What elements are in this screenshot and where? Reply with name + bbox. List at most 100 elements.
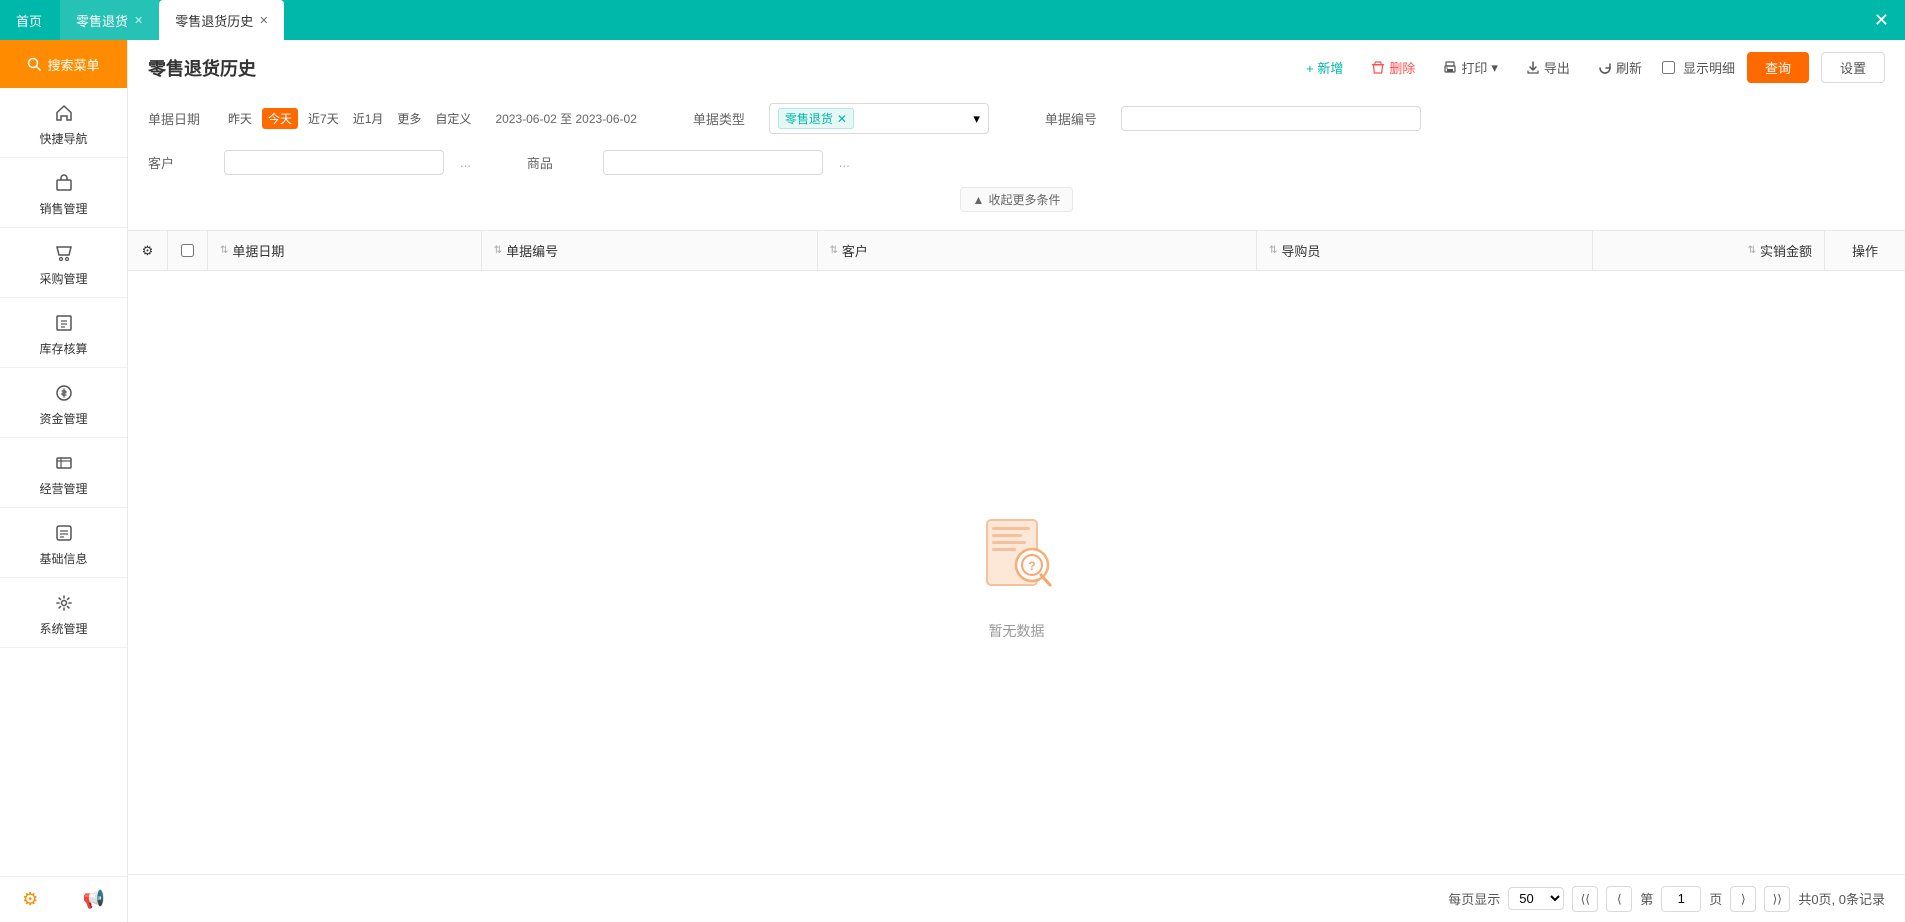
tab-retail-return[interactable]: 零售退货 ✕: [60, 0, 159, 40]
show-detail-checkbox[interactable]: [1662, 61, 1675, 74]
refresh-icon: [1598, 61, 1612, 75]
finance-icon: [53, 382, 75, 404]
page-label: 第: [1640, 889, 1653, 908]
sidebar-item-purchase-mgmt[interactable]: 采购管理: [0, 228, 127, 298]
new-button[interactable]: + 新增: [1298, 54, 1351, 81]
tab-retail-return-history-label: 零售退货历史: [175, 11, 253, 30]
page-number-input[interactable]: [1661, 886, 1701, 912]
collapse-icon: ▲: [973, 193, 985, 207]
refresh-button[interactable]: 刷新: [1590, 54, 1650, 81]
search-icon: [27, 57, 41, 71]
shortcut-more[interactable]: 更多: [393, 109, 425, 128]
last-page-button[interactable]: ⟩⟩: [1764, 886, 1790, 912]
refresh-button-label: 刷新: [1616, 58, 1642, 77]
doc-type-tag-remove[interactable]: ✕: [837, 112, 847, 126]
sort-guide-icon: ⇅: [1269, 245, 1277, 256]
sales-icon: [53, 172, 75, 194]
goods-input[interactable]: [603, 150, 823, 175]
purchase-icon: [53, 242, 75, 264]
tab-retail-return-close[interactable]: ✕: [134, 14, 143, 27]
th-no[interactable]: ⇅ 单据编号: [482, 231, 818, 270]
sidebar-item-inventory[interactable]: 库存核算: [0, 298, 127, 368]
th-op-label: 操作: [1852, 241, 1878, 260]
sidebar-search-label: 搜索菜单: [47, 55, 99, 74]
th-customer[interactable]: ⇅ 客户: [818, 231, 1257, 270]
sidebar-item-sales-mgmt-label: 销售管理: [39, 200, 87, 217]
show-detail-text: 显示明细: [1683, 58, 1735, 77]
tab-retail-return-history[interactable]: 零售退货历史 ✕: [159, 0, 284, 40]
doc-type-chevron-icon: ▾: [973, 111, 980, 127]
table-container: ⚙ ⇅ 单据日期 ⇅ 单据编号 ⇅ 客户 ⇅: [128, 231, 1905, 874]
prev-page-button[interactable]: ⟨: [1606, 886, 1632, 912]
th-amount-label: 实销金额: [1760, 241, 1812, 260]
th-date-label: 单据日期: [232, 241, 284, 260]
export-button[interactable]: 导出: [1518, 54, 1578, 81]
select-all-checkbox[interactable]: [181, 244, 194, 257]
shortcut-7days[interactable]: 近7天: [304, 109, 343, 128]
toolbar: + 新增 删除: [1298, 52, 1885, 83]
th-no-label: 单据编号: [506, 241, 558, 260]
sidebar-search[interactable]: 搜索菜单: [0, 40, 127, 88]
sidebar-bottom: ⚙ 📢: [0, 876, 127, 922]
collapse-bar: ▲ 收起更多条件: [148, 183, 1885, 220]
speaker-icon[interactable]: 📢: [82, 889, 104, 910]
shortcut-yesterday[interactable]: 昨天: [224, 109, 256, 128]
next-page-button[interactable]: ⟩: [1730, 886, 1756, 912]
settings-icon[interactable]: ⚙: [22, 889, 38, 910]
svg-text:?: ?: [1028, 559, 1035, 573]
doc-type-tag-text: 零售退货: [785, 110, 833, 127]
goods-ellipsis: ...: [839, 155, 850, 170]
th-date[interactable]: ⇅ 单据日期: [208, 231, 482, 270]
settings-filter-button[interactable]: 设置: [1821, 52, 1885, 83]
th-customer-label: 客户: [842, 241, 868, 260]
sidebar-item-inventory-label: 库存核算: [39, 340, 87, 357]
delete-button[interactable]: 删除: [1363, 54, 1423, 81]
sidebar-item-quick-nav[interactable]: 快捷导航: [0, 88, 127, 158]
trash-icon: [1371, 61, 1385, 75]
first-page-button[interactable]: ⟨⟨: [1572, 886, 1598, 912]
goods-label: 商品: [527, 153, 587, 172]
empty-illustration: ?: [967, 505, 1067, 605]
sidebar-item-finance-mgmt[interactable]: 资金管理: [0, 368, 127, 438]
shortcut-today[interactable]: 今天: [262, 108, 298, 129]
doc-no-input[interactable]: [1121, 106, 1421, 131]
doc-type-label: 单据类型: [693, 109, 753, 128]
tab-home[interactable]: 首页: [0, 0, 58, 40]
th-checkbox[interactable]: [168, 231, 208, 270]
sidebar-item-ops-mgmt[interactable]: 经营管理: [0, 438, 127, 508]
page-title: 零售退货历史: [148, 55, 256, 81]
sidebar-item-base-info[interactable]: 基础信息: [0, 508, 127, 578]
query-button[interactable]: 查询: [1747, 52, 1809, 83]
sidebar-item-system-mgmt[interactable]: 系统管理: [0, 578, 127, 648]
collapse-button[interactable]: ▲ 收起更多条件: [960, 187, 1074, 212]
doc-no-label: 单据编号: [1045, 109, 1105, 128]
shortcut-custom[interactable]: 自定义: [431, 109, 475, 128]
sidebar-item-base-info-label: 基础信息: [39, 550, 87, 567]
th-guide[interactable]: ⇅ 导购员: [1257, 231, 1593, 270]
doc-type-select[interactable]: 零售退货 ✕ ▾: [769, 103, 989, 134]
page-header: 零售退货历史 + 新增 删除: [128, 40, 1905, 231]
sidebar-item-quick-nav-label: 快捷导航: [39, 130, 87, 147]
sidebar-item-ops-mgmt-label: 经营管理: [39, 480, 87, 497]
inventory-icon: [53, 312, 75, 334]
date-shortcuts: 昨天 今天 近7天 近1月 更多 自定义: [224, 108, 475, 129]
table-header: ⚙ ⇅ 单据日期 ⇅ 单据编号 ⇅ 客户 ⇅: [128, 231, 1905, 271]
sidebar-item-system-mgmt-label: 系统管理: [39, 620, 87, 637]
shortcut-1month[interactable]: 近1月: [349, 109, 388, 128]
sidebar-item-sales-mgmt[interactable]: 销售管理: [0, 158, 127, 228]
tab-retail-return-history-close[interactable]: ✕: [259, 14, 268, 27]
page-unit: 页: [1709, 889, 1722, 908]
page-size-select[interactable]: 10 20 50 100: [1508, 887, 1564, 910]
export-button-label: 导出: [1544, 58, 1570, 77]
ops-icon: [53, 452, 75, 474]
customer-input[interactable]: [224, 150, 444, 175]
sort-customer-icon: ⇅: [830, 245, 838, 256]
th-gear[interactable]: ⚙: [128, 231, 168, 270]
print-button[interactable]: 打印 ▾: [1435, 54, 1506, 81]
close-window-button[interactable]: ✕: [1874, 11, 1889, 29]
th-amount[interactable]: ⇅ 实销金额: [1593, 231, 1825, 270]
collapse-label: 收起更多条件: [988, 191, 1060, 208]
tab-home-label: 首页: [16, 11, 42, 30]
sort-no-icon: ⇅: [494, 245, 502, 256]
th-guide-label: 导购员: [1281, 241, 1320, 260]
